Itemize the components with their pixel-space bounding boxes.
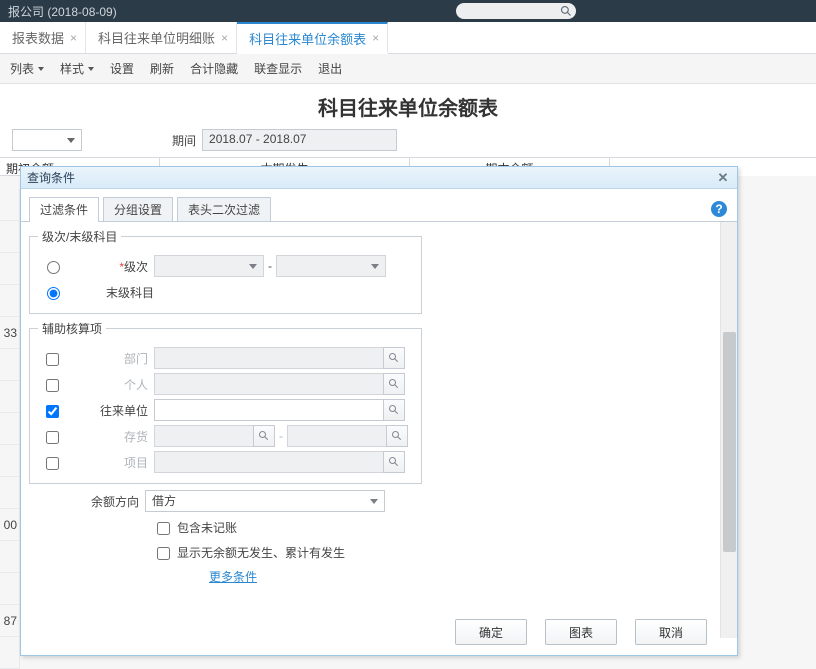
- app-header: 报公司 (2018-08-09): [0, 0, 816, 22]
- period-label: 期间: [172, 132, 196, 149]
- inventory-dash: -: [275, 429, 287, 443]
- dept-input[interactable]: [154, 347, 384, 369]
- unit-input[interactable]: [154, 399, 384, 421]
- toolbar-list[interactable]: 列表: [10, 60, 44, 77]
- dept-lookup-button[interactable]: [383, 347, 405, 369]
- chk-dept[interactable]: [46, 353, 59, 366]
- person-input[interactable]: [154, 373, 384, 395]
- query-dialog: 查询条件 ✕ 过滤条件 分组设置 表头二次过滤 ? 级次/末级科目 *级次 - …: [20, 166, 738, 656]
- cancel-button[interactable]: 取消: [635, 619, 707, 645]
- dialog-tabs: 过滤条件 分组设置 表头二次过滤 ?: [21, 189, 737, 222]
- balance-dir-value: 借方: [146, 494, 176, 508]
- tab-balance-sheet[interactable]: 科目往来单位余额表 ×: [237, 22, 388, 54]
- tab-detail-ledger[interactable]: 科目往来单位明细账 ×: [86, 22, 237, 53]
- search-icon: [258, 430, 270, 442]
- include-unposted-label: 包含未记账: [177, 519, 237, 536]
- row-fragments: 33 00 87: [0, 189, 20, 669]
- aux-legend: 辅助核算项: [38, 320, 106, 337]
- unit-lookup-button[interactable]: [383, 399, 405, 421]
- search-icon: [560, 5, 572, 17]
- level-from-dropdown[interactable]: [154, 255, 264, 277]
- more-conditions-link[interactable]: 更多条件: [209, 568, 257, 585]
- search-icon: [388, 352, 400, 364]
- inventory-from-lookup-button[interactable]: [253, 425, 275, 447]
- level-dash: -: [264, 259, 276, 273]
- level-to-dropdown[interactable]: [276, 255, 386, 277]
- inventory-to-lookup-button[interactable]: [386, 425, 408, 447]
- help-icon[interactable]: ?: [711, 201, 727, 217]
- person-lookup-button[interactable]: [383, 373, 405, 395]
- toolbar-style[interactable]: 样式: [60, 60, 94, 77]
- app-title: 报公司 (2018-08-09): [8, 3, 117, 20]
- document-tabs: 报表数据 × 科目往来单位明细账 × 科目往来单位余额表 ×: [0, 22, 816, 54]
- project-input[interactable]: [154, 451, 384, 473]
- search-icon: [388, 378, 400, 390]
- tab-filter[interactable]: 过滤条件: [29, 197, 99, 221]
- aux-fieldset: 辅助核算项 部门 个人 往来单位: [29, 320, 422, 484]
- tab-label: 科目往来单位余额表: [249, 29, 366, 48]
- tab-label: 科目往来单位明细账: [98, 28, 215, 47]
- toolbar-link-display[interactable]: 联查显示: [254, 60, 302, 77]
- person-label: 个人: [66, 376, 154, 393]
- dialog-title: 查询条件: [27, 169, 75, 186]
- dept-label: 部门: [66, 350, 154, 367]
- tab-label: 报表数据: [12, 28, 64, 47]
- level-fieldset: 级次/末级科目 *级次 - 末级科目: [29, 228, 422, 314]
- toolbar-refresh[interactable]: 刷新: [150, 60, 174, 77]
- show-empty-label: 显示无余额无发生、累计有发生: [177, 544, 345, 561]
- dialog-scrollbar[interactable]: [720, 222, 737, 638]
- tab-secondary-filter[interactable]: 表头二次过滤: [177, 197, 271, 221]
- close-button[interactable]: ✕: [715, 170, 731, 186]
- chk-project[interactable]: [46, 457, 59, 470]
- level-legend: 级次/末级科目: [38, 228, 121, 245]
- balance-dir-label: 余额方向: [37, 493, 145, 510]
- toolbar-settings[interactable]: 设置: [110, 60, 134, 77]
- report-title: 科目往来单位余额表: [0, 84, 816, 127]
- level-label: *级次: [66, 258, 154, 275]
- period-value: 2018.07 - 2018.07: [202, 129, 397, 151]
- chk-include-unposted[interactable]: [157, 522, 170, 535]
- ok-button[interactable]: 确定: [455, 619, 527, 645]
- search-icon: [388, 456, 400, 468]
- toolbar: 列表 样式 设置 刷新 合计隐藏 联查显示 退出: [0, 54, 816, 84]
- chart-button[interactable]: 图表: [545, 619, 617, 645]
- close-icon[interactable]: ×: [372, 31, 379, 45]
- chk-show-empty[interactable]: [157, 547, 170, 560]
- dialog-titlebar[interactable]: 查询条件 ✕: [21, 167, 737, 189]
- search-icon: [391, 430, 403, 442]
- chk-unit[interactable]: [46, 405, 59, 418]
- scrollbar-thumb[interactable]: [723, 332, 736, 552]
- balance-dir-dropdown[interactable]: 借方: [145, 490, 385, 512]
- project-lookup-button[interactable]: [383, 451, 405, 473]
- tab-group-settings[interactable]: 分组设置: [103, 197, 173, 221]
- inventory-from-input[interactable]: [154, 425, 254, 447]
- leaf-label: 末级科目: [66, 284, 266, 301]
- toolbar-hide-totals[interactable]: 合计隐藏: [190, 60, 238, 77]
- chk-inventory[interactable]: [46, 431, 59, 444]
- radio-level[interactable]: [47, 261, 60, 274]
- inventory-label: 存货: [66, 428, 154, 445]
- close-icon[interactable]: ×: [70, 31, 77, 45]
- header-search[interactable]: [456, 3, 576, 19]
- unit-label: 往来单位: [66, 402, 154, 419]
- toolbar-exit[interactable]: 退出: [318, 60, 342, 77]
- chk-person[interactable]: [46, 379, 59, 392]
- search-icon: [388, 404, 400, 416]
- close-icon[interactable]: ×: [221, 31, 228, 45]
- radio-leaf[interactable]: [47, 287, 60, 300]
- scope-dropdown[interactable]: [12, 129, 82, 151]
- tab-report-data[interactable]: 报表数据 ×: [0, 22, 86, 53]
- project-label: 项目: [66, 454, 154, 471]
- inventory-to-input[interactable]: [287, 425, 387, 447]
